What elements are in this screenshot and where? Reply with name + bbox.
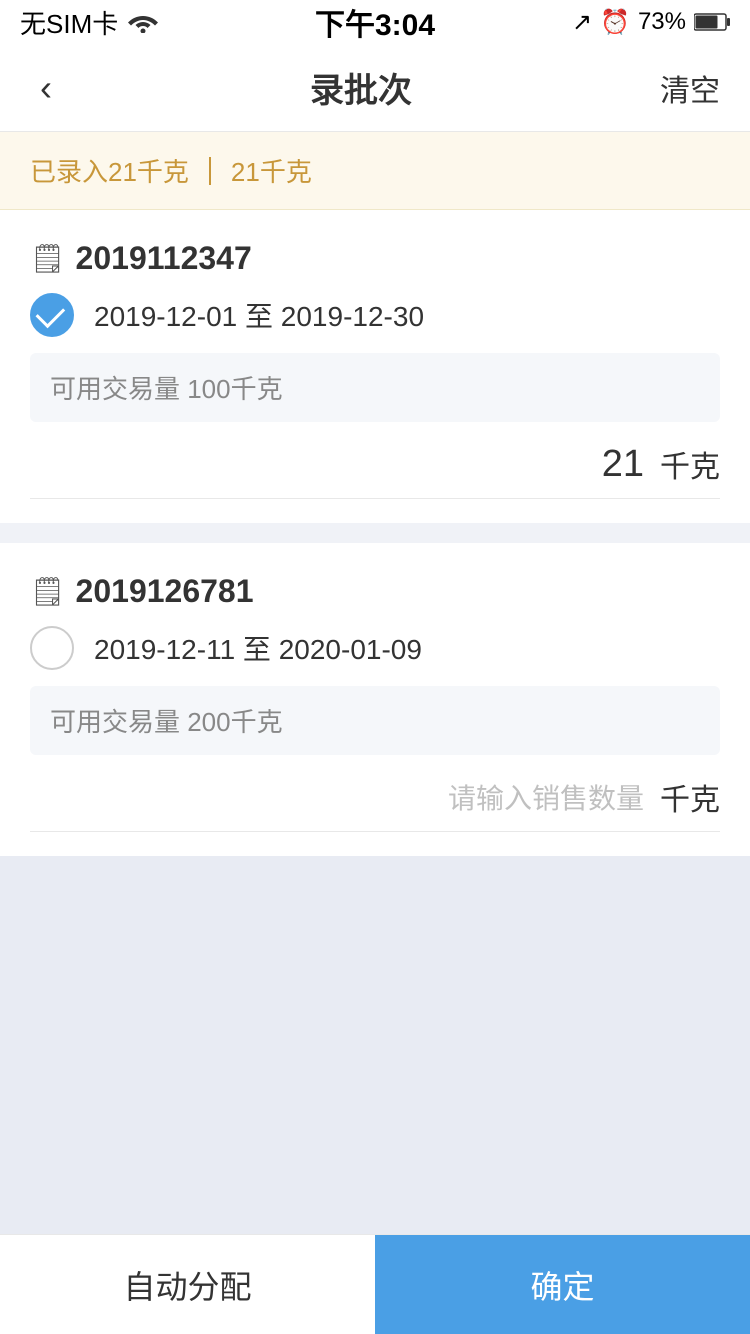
batch-id-row-0: 🗒 2019112347 — [30, 240, 720, 277]
empty-area — [0, 856, 750, 1256]
card-divider — [0, 523, 750, 543]
available-row-0: 可用交易量 100千克 — [30, 353, 720, 422]
available-text-1: 可用交易量 200千克 — [50, 707, 283, 737]
available-text-0: 可用交易量 100千克 — [50, 374, 283, 404]
summary-divider — [209, 157, 211, 185]
date-row-1: 2019-12-11 至 2020-01-09 — [30, 626, 720, 670]
wifi-icon — [128, 11, 158, 33]
confirm-button[interactable]: 确定 — [375, 1235, 750, 1334]
auto-distribute-button[interactable]: 自动分配 — [0, 1235, 375, 1334]
status-carrier: 无SIM卡 — [20, 4, 158, 41]
bottom-bar: 自动分配 确定 — [0, 1234, 750, 1334]
quantity-input-row-1[interactable]: 请输入销售数量 千克 — [30, 775, 720, 832]
batch-doc-icon-1: 🗒 — [30, 575, 66, 608]
quantity-placeholder-1: 请输入销售数量 — [30, 777, 644, 817]
quantity-unit-0: 千克 — [660, 442, 720, 486]
radio-1[interactable] — [30, 626, 74, 670]
available-row-1: 可用交易量 200千克 — [30, 686, 720, 755]
nav-bar: ‹ 录批次 清空 — [0, 44, 750, 132]
batch-card-0: 🗒 2019112347 2019-12-01 至 2019-12-30 可用交… — [0, 210, 750, 523]
status-bar: 无SIM卡 下午3:04 ↗ ⏰ 73% — [0, 0, 750, 44]
back-button[interactable]: ‹ — [30, 57, 62, 119]
carrier-text: 无SIM卡 — [20, 4, 118, 41]
batch-id-0: 2019112347 — [76, 240, 252, 277]
quantity-value-0: 21 — [602, 443, 644, 486]
auto-distribute-label: 自动分配 — [123, 1262, 251, 1308]
radio-0[interactable] — [30, 293, 74, 337]
status-right: ↗ ⏰ 73% — [572, 8, 730, 37]
alarm-icon: ⏰ — [600, 8, 630, 37]
quantity-unit-1: 千克 — [660, 775, 720, 819]
summary-banner: 已录入21千克 21千克 — [0, 132, 750, 210]
batch-id-1: 2019126781 — [76, 573, 254, 610]
recorded-label: 已录入21千克 — [30, 152, 189, 189]
batch-card-1: 🗒 2019126781 2019-12-11 至 2020-01-09 可用交… — [0, 543, 750, 856]
date-range-0: 2019-12-01 至 2019-12-30 — [94, 295, 424, 335]
total-label: 21千克 — [231, 152, 312, 189]
date-row-0: 2019-12-01 至 2019-12-30 — [30, 293, 720, 337]
page-title: 录批次 — [310, 63, 412, 112]
batch-id-row-1: 🗒 2019126781 — [30, 573, 720, 610]
battery-icon — [694, 13, 730, 31]
location-icon: ↗ — [572, 8, 592, 37]
clear-button[interactable]: 清空 — [660, 66, 720, 110]
battery-text: 73% — [638, 8, 686, 36]
date-range-1: 2019-12-11 至 2020-01-09 — [94, 628, 422, 668]
batch-doc-icon-0: 🗒 — [30, 242, 66, 275]
status-time: 下午3:04 — [315, 0, 435, 44]
confirm-label: 确定 — [530, 1262, 594, 1308]
quantity-row-0: 21 千克 — [30, 442, 720, 499]
